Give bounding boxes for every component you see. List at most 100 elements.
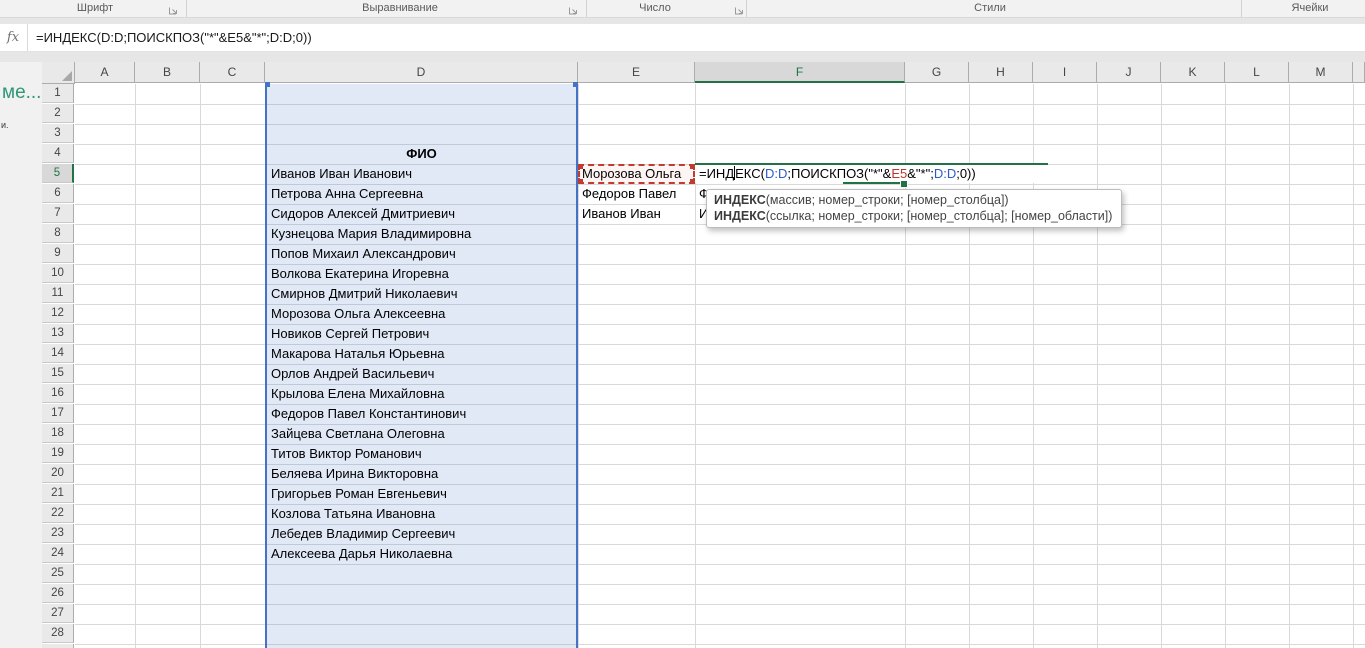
row-header-8[interactable]: 8 [42, 224, 74, 243]
row-header-18[interactable]: 18 [42, 424, 74, 443]
column-header-l[interactable]: L [1225, 62, 1289, 83]
row-header-4[interactable]: 4 [42, 144, 74, 163]
row-header-26[interactable]: 26 [42, 584, 74, 603]
clipped-small-text: и. [1, 120, 9, 130]
column-header-e[interactable]: E [578, 62, 695, 83]
function-signature: (ссылка; номер_строки; [номер_столбца]; … [765, 209, 1113, 223]
column-header-m[interactable]: M [1289, 62, 1353, 83]
row-header-20[interactable]: 20 [42, 464, 74, 483]
row-header-16[interactable]: 16 [42, 384, 74, 403]
range-corner-handle[interactable] [578, 164, 583, 169]
left-clipped-panel: ме... и. [0, 62, 42, 648]
formula-segment: ;ПОИСКПОЗ("*"& [787, 166, 892, 181]
row-header-3[interactable]: 3 [42, 124, 74, 143]
column-header-c[interactable]: C [200, 62, 265, 83]
ribbon-group-font: Шрифт [76, 2, 114, 14]
row-header-15[interactable]: 15 [42, 364, 74, 383]
dialog-launcher-icon[interactable] [568, 3, 579, 15]
cell-d14[interactable]: Макарова Наталья Юрьевна [271, 344, 574, 364]
row-header-11[interactable]: 11 [42, 284, 74, 303]
column-header-f[interactable]: F [695, 62, 905, 83]
cell-d5[interactable]: Иванов Иван Иванович [271, 164, 574, 184]
formula-segment: E5 [891, 166, 908, 181]
column-header-i[interactable]: I [1033, 62, 1097, 83]
cell-d12[interactable]: Морозова Ольга Алексеевна [271, 304, 574, 324]
formula-segment: ;0)) [956, 166, 976, 181]
formula-segment: &"*"; [907, 166, 934, 181]
column-header-k[interactable]: K [1161, 62, 1225, 83]
row-header-28[interactable]: 28 [42, 624, 74, 643]
formula-segment: =ИНД [699, 166, 735, 181]
cell-d16[interactable]: Крылова Елена Михайловна [271, 384, 574, 404]
excel-window: Шрифт Выравнивание Число Стили Ячейки fx… [0, 0, 1365, 648]
formula-segment: ЕКС( [735, 166, 765, 181]
row-header-23[interactable]: 23 [42, 524, 74, 543]
row-header-6[interactable]: 6 [42, 184, 74, 203]
column-header-j[interactable]: J [1097, 62, 1161, 83]
column-header-h[interactable]: H [969, 62, 1033, 83]
cell-d7[interactable]: Сидоров Алексей Дмитриевич [271, 204, 574, 224]
row-header-13[interactable]: 13 [42, 324, 74, 343]
cell-d9[interactable]: Попов Михаил Александрович [271, 244, 574, 264]
cell-d11[interactable]: Смирнов Дмитрий Николаевич [271, 284, 574, 304]
cell-d4-header[interactable]: ФИО [267, 144, 576, 164]
cell-d13[interactable]: Новиков Сергей Петрович [271, 324, 574, 344]
row-header-24[interactable]: 24 [42, 544, 74, 563]
row-header-14[interactable]: 14 [42, 344, 74, 363]
cell-d8[interactable]: Кузнецова Мария Владимировна [271, 224, 574, 244]
row-header-10[interactable]: 10 [42, 264, 74, 283]
clipped-green-text: ме... [2, 82, 42, 103]
row-header-9[interactable]: 9 [42, 244, 74, 263]
cell-e6[interactable]: Федоров Павел [582, 184, 694, 204]
function-tooltip: ИНДЕКС(массив; номер_строки; [номер_стол… [706, 189, 1123, 228]
row-header-19[interactable]: 19 [42, 444, 74, 463]
cell-d6[interactable]: Петрова Анна Сергеевна [271, 184, 574, 204]
cell-d17[interactable]: Федоров Павел Константинович [271, 404, 574, 424]
dialog-launcher-icon[interactable] [168, 3, 179, 15]
worksheet-grid[interactable]: ме... и. A B C D E F G H I J K L M 1 2 3 4 5 6 7 8 9 10 11 12 13 1… [0, 62, 1365, 648]
dialog-launcher-icon[interactable] [734, 3, 745, 15]
row-header-7[interactable]: 7 [42, 204, 74, 223]
row-header-27[interactable]: 27 [42, 604, 74, 623]
row-header-21[interactable]: 21 [42, 484, 74, 503]
range-corner-handle[interactable] [578, 179, 583, 184]
cell-d24[interactable]: Алексеева Дарья Николаевна [271, 544, 574, 564]
cell-d20[interactable]: Беляева Ирина Викторовна [271, 464, 574, 484]
row-header-1[interactable]: 1 [42, 84, 74, 103]
cell-d18[interactable]: Зайцева Светлана Олеговна [271, 424, 574, 444]
formula-bar-bottom-band [0, 52, 1365, 62]
cell-d10[interactable]: Волкова Екатерина Игоревна [271, 264, 574, 284]
select-all-corner[interactable] [42, 62, 75, 84]
active-cell-bottom-border [843, 182, 903, 184]
function-signature: (массив; номер_строки; [номер_столбца]) [765, 193, 1009, 207]
formula-bar-input[interactable]: =ИНДЕКС(D:D;ПОИСКПОЗ("*"&E5&"*";D:D;0)) [36, 24, 312, 51]
ribbon-group-separator [746, 0, 747, 17]
formula-bar[interactable]: fx =ИНДЕКС(D:D;ПОИСКПОЗ("*"&E5&"*";D:D;0… [0, 24, 1365, 52]
column-header-g[interactable]: G [905, 62, 969, 83]
cell-d15[interactable]: Орлов Андрей Васильевич [271, 364, 574, 384]
cell-d22[interactable]: Козлова Татьяна Ивановна [271, 504, 574, 524]
row-header-29[interactable] [42, 644, 74, 648]
ribbon-group-separator [1241, 0, 1242, 17]
column-header-partial[interactable] [1353, 62, 1365, 83]
column-header-d[interactable]: D [265, 62, 578, 83]
tooltip-line: ИНДЕКС(ссылка; номер_строки; [номер_стол… [714, 208, 1112, 224]
row-header-12[interactable]: 12 [42, 304, 74, 323]
row-header-25[interactable]: 25 [42, 564, 74, 583]
range-corner-handle[interactable] [265, 82, 270, 87]
row-header-22[interactable]: 22 [42, 504, 74, 523]
fill-handle[interactable] [900, 180, 908, 188]
cell-d19[interactable]: Титов Виктор Романович [271, 444, 574, 464]
row-header-5[interactable]: 5 [42, 164, 74, 183]
row-header-17[interactable]: 17 [42, 404, 74, 423]
column-header-a[interactable]: A [75, 62, 135, 83]
formula-segment: D:D [764, 166, 788, 181]
cell-e7[interactable]: Иванов Иван [582, 204, 694, 224]
range-corner-handle[interactable] [573, 82, 578, 87]
cell-d21[interactable]: Григорьев Роман Евгеньевич [271, 484, 574, 504]
cell-d23[interactable]: Лебедев Владимир Сергеевич [271, 524, 574, 544]
insert-function-icon[interactable]: fx [0, 24, 26, 51]
cell-f5-formula[interactable]: =ИНДЕКС(D:D;ПОИСКПОЗ("*"&E5&"*";D:D;0)) [699, 164, 976, 184]
column-header-b[interactable]: B [135, 62, 200, 83]
row-header-2[interactable]: 2 [42, 104, 74, 123]
